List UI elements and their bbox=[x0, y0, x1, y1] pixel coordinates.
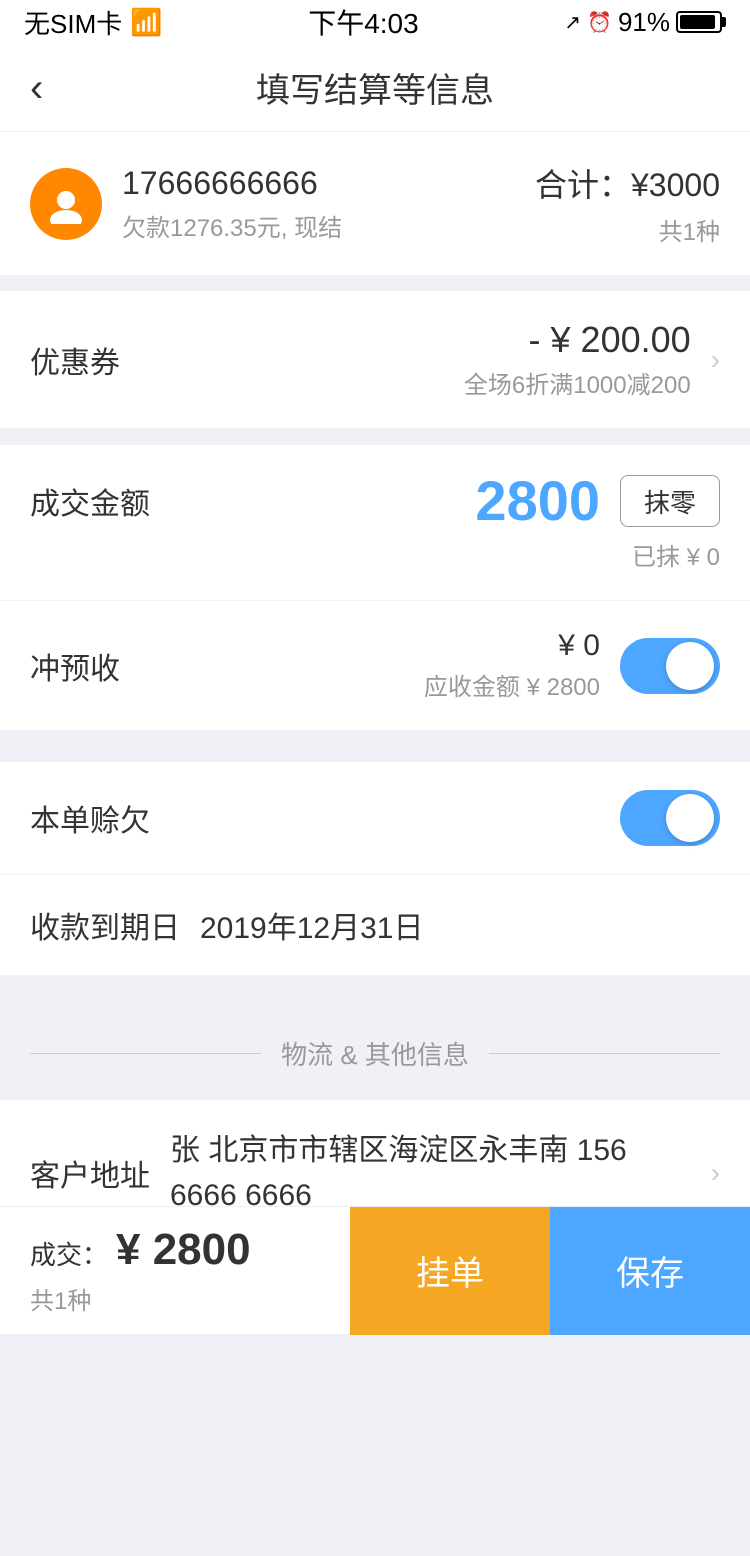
coupon-amount: - ¥ 200.00 bbox=[529, 319, 691, 361]
amount-sub: 已抹 ¥ 0 bbox=[30, 537, 720, 572]
prepay-section: 冲预收 ¥ 0 应收金额 ¥ 2800 bbox=[0, 600, 750, 730]
amount-label: 成交金额 bbox=[30, 479, 150, 523]
coupon-label: 优惠券 bbox=[30, 338, 120, 382]
deferred-section: 本单赊欠 bbox=[0, 762, 750, 874]
prepay-label: 冲预收 bbox=[30, 644, 120, 688]
footer-bar: 成交： ¥ 2800 共1种 挂单 保存 bbox=[0, 1206, 750, 1334]
logistics-title: 物流 & 其他信息 bbox=[281, 1035, 469, 1072]
deferred-toggle[interactable] bbox=[620, 790, 720, 846]
due-date-value: 2019年12月31日 bbox=[200, 903, 423, 947]
total-amount: 合计：¥3000 bbox=[535, 160, 720, 206]
address-value: 张 北京市市辖区海淀区永丰南 156 6666 6666 bbox=[170, 1128, 699, 1218]
prepay-row: 冲预收 ¥ 0 应收金额 ¥ 2800 bbox=[30, 629, 720, 702]
logistics-header: 物流 & 其他信息 bbox=[0, 1007, 750, 1100]
footer-label: 成交： bbox=[30, 1235, 108, 1272]
logistics-line-right bbox=[489, 1053, 720, 1054]
battery-icon bbox=[676, 11, 726, 33]
carrier-label: 无SIM卡 bbox=[24, 4, 122, 41]
customer-total: 合计：¥3000 共1种 bbox=[535, 160, 720, 247]
amount-right: 2800 抹零 bbox=[475, 473, 720, 529]
transaction-value: 2800 bbox=[475, 473, 600, 529]
footer-amount-row: 成交： ¥ 2800 bbox=[30, 1225, 320, 1275]
footer-count: 共1种 bbox=[30, 1281, 320, 1316]
customer-card: 17666666666 欠款1276.35元, 现结 合计：¥3000 共1种 bbox=[0, 132, 750, 275]
nav-bar: ‹ 填写结算等信息 bbox=[0, 44, 750, 132]
total-count: 共1种 bbox=[535, 212, 720, 247]
section-divider-3 bbox=[0, 975, 750, 991]
section-divider-2 bbox=[0, 730, 750, 746]
amount-section: 成交金额 2800 抹零 已抹 ¥ 0 bbox=[0, 445, 750, 600]
back-button[interactable]: ‹ bbox=[30, 68, 43, 108]
section-divider-1 bbox=[0, 429, 750, 445]
logistics-line-left bbox=[30, 1053, 261, 1054]
avatar bbox=[30, 168, 102, 240]
status-left: 无SIM卡 📶 bbox=[24, 4, 163, 41]
prepay-amount-block: ¥ 0 应收金额 ¥ 2800 bbox=[424, 629, 600, 702]
toggle-knob bbox=[666, 642, 714, 690]
prepay-toggle[interactable] bbox=[620, 638, 720, 694]
battery-label: 91% bbox=[618, 7, 670, 38]
status-time: 下午4:03 bbox=[308, 2, 419, 42]
prepay-right: ¥ 0 应收金额 ¥ 2800 bbox=[424, 629, 720, 702]
prepay-sub: 应收金额 ¥ 2800 bbox=[424, 667, 600, 702]
customer-left: 17666666666 欠款1276.35元, 现结 bbox=[30, 165, 342, 243]
save-button[interactable]: 保存 bbox=[550, 1207, 750, 1335]
deferred-label: 本单赊欠 bbox=[30, 796, 150, 840]
page-title: 填写结算等信息 bbox=[256, 63, 494, 112]
prepay-value: ¥ 0 bbox=[558, 629, 600, 663]
location-icon: ↗ bbox=[564, 10, 581, 35]
pending-button[interactable]: 挂单 bbox=[350, 1207, 550, 1335]
status-bar: 无SIM卡 📶 下午4:03 ↗ ⏰ 91% bbox=[0, 0, 750, 44]
customer-debt: 欠款1276.35元, 现结 bbox=[122, 208, 342, 243]
address-label: 客户地址 bbox=[30, 1151, 150, 1195]
footer-amount: ¥ 2800 bbox=[116, 1225, 251, 1275]
coupon-chevron-icon: › bbox=[711, 344, 720, 376]
coupon-desc: 全场6折满1000减200 bbox=[464, 365, 691, 400]
content: 17666666666 欠款1276.35元, 现结 合计：¥3000 共1种 … bbox=[0, 132, 750, 1556]
address-chevron-icon: › bbox=[711, 1157, 720, 1189]
coupon-row[interactable]: 优惠券 - ¥ 200.00 全场6折满1000减200 › bbox=[0, 291, 750, 429]
footer-summary: 成交： ¥ 2800 共1种 bbox=[0, 1225, 350, 1316]
customer-phone: 17666666666 bbox=[122, 165, 342, 202]
round-button[interactable]: 抹零 bbox=[620, 475, 720, 527]
status-right: ↗ ⏰ 91% bbox=[564, 7, 726, 38]
due-date-section: 收款到期日 2019年12月31日 bbox=[0, 874, 750, 975]
deferred-toggle-knob bbox=[666, 794, 714, 842]
alarm-icon: ⏰ bbox=[587, 10, 612, 35]
customer-info: 17666666666 欠款1276.35元, 现结 bbox=[122, 165, 342, 243]
amount-row: 成交金额 2800 抹零 bbox=[30, 473, 720, 529]
wifi-icon: 📶 bbox=[130, 7, 162, 38]
due-date-label: 收款到期日 bbox=[30, 903, 180, 947]
coupon-right: - ¥ 200.00 全场6折满1000减200 bbox=[464, 319, 691, 400]
